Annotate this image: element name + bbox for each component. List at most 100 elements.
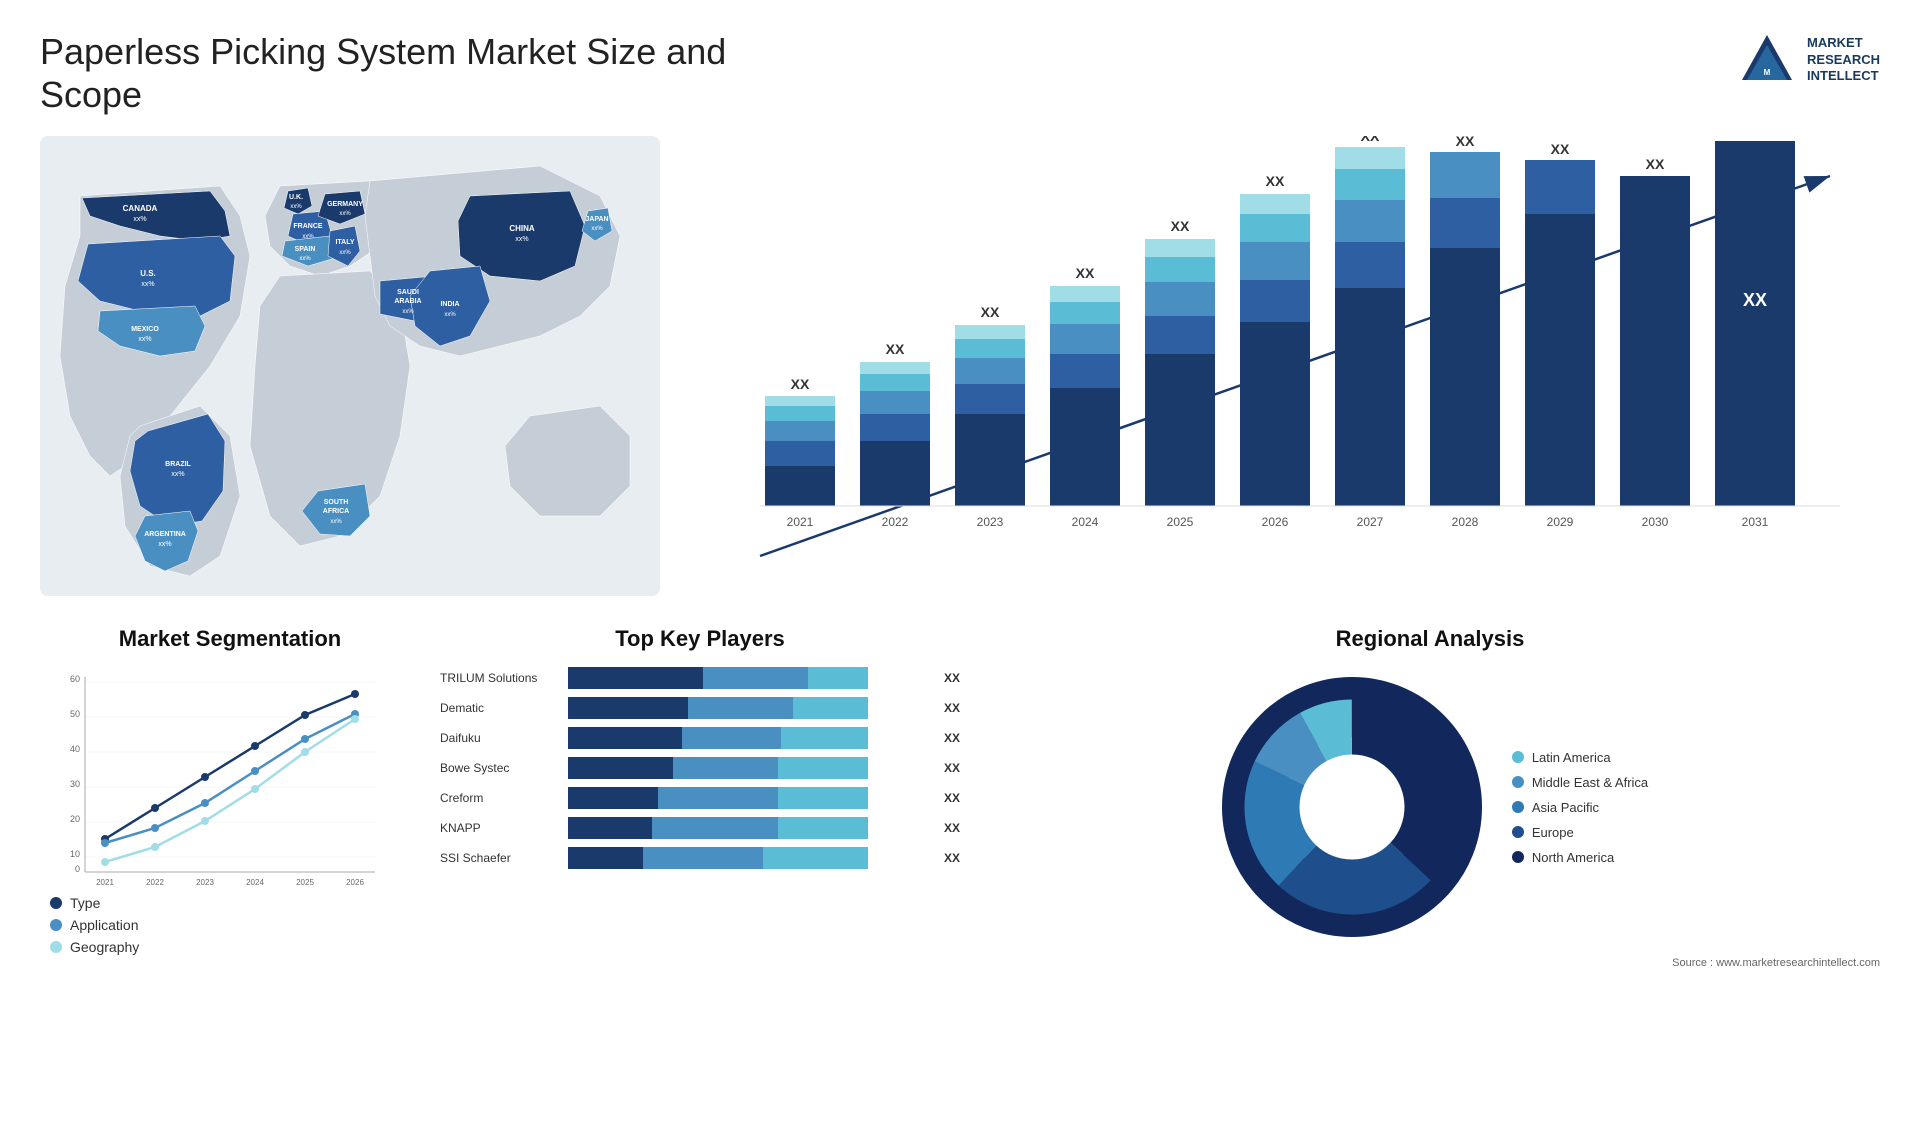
map-label-southafrica: SOUTH — [324, 499, 349, 506]
svg-text:2022: 2022 — [146, 878, 164, 887]
player-bar — [568, 667, 930, 689]
legend-europe: Europe — [1512, 825, 1648, 840]
player-bar-segment — [568, 757, 673, 779]
svg-text:40: 40 — [70, 744, 80, 754]
player-bar-segment — [652, 817, 778, 839]
player-name: TRILUM Solutions — [440, 671, 560, 685]
svg-text:0: 0 — [75, 864, 80, 874]
bar-2021-seg2 — [765, 441, 835, 466]
top-section: CANADA xx% U.S. xx% MEXICO xx% BRAZIL xx… — [40, 136, 1880, 596]
player-name: Dematic — [440, 701, 560, 715]
svg-text:xx%: xx% — [290, 204, 302, 210]
player-value: XX — [944, 701, 960, 715]
legend-mea: Middle East & Africa — [1512, 775, 1648, 790]
svg-text:XX: XX — [1076, 265, 1095, 281]
map-label-india: INDIA — [440, 301, 459, 308]
logo-area: M MARKET RESEARCH INTELLECT — [1737, 30, 1880, 90]
player-bar-segment — [568, 667, 703, 689]
map-label-spain: SPAIN — [295, 246, 316, 253]
player-value: XX — [944, 761, 960, 775]
legend-geography-dot — [50, 941, 62, 953]
bar-2021-label: XX — [791, 376, 810, 392]
svg-text:2029: 2029 — [1547, 515, 1574, 529]
legend-latin-america-label: Latin America — [1532, 750, 1611, 765]
player-row: Bowe Systec XX — [440, 757, 960, 779]
map-label-japan: JAPAN — [585, 216, 608, 223]
map-label-us: U.S. — [140, 269, 156, 278]
growth-chart-area: XX 2021 XX 2022 XX 2023 XX 20 — [680, 136, 1880, 596]
svg-text:xx%: xx% — [299, 256, 311, 262]
player-bar-segment — [568, 727, 682, 749]
legend-type: Type — [50, 895, 420, 911]
svg-text:2025: 2025 — [296, 878, 314, 887]
legend-latin-america-dot — [1512, 751, 1524, 763]
player-bar — [568, 697, 930, 719]
segmentation-legend: Type Application Geography — [40, 895, 420, 955]
donut-svg — [1212, 667, 1492, 947]
svg-text:xx%: xx% — [171, 471, 184, 478]
player-bar — [568, 787, 930, 809]
player-value: XX — [944, 671, 960, 685]
svg-text:10: 10 — [70, 849, 80, 859]
svg-text:xx%: xx% — [339, 211, 351, 217]
bar-2021-seg4 — [765, 406, 835, 421]
player-row: Dematic XX — [440, 697, 960, 719]
world-map-area: CANADA xx% U.S. xx% MEXICO xx% BRAZIL xx… — [40, 136, 660, 596]
svg-text:ARABIA: ARABIA — [394, 298, 421, 305]
map-label-canada: CANADA — [123, 204, 158, 213]
legend-application-dot — [50, 919, 62, 931]
player-bar-segment — [703, 667, 808, 689]
svg-text:XX: XX — [1361, 136, 1380, 144]
svg-text:2026: 2026 — [346, 878, 364, 887]
legend-mea-dot — [1512, 776, 1524, 788]
svg-text:2024: 2024 — [1072, 515, 1099, 529]
svg-text:2023: 2023 — [196, 878, 214, 887]
player-bar-segment — [682, 727, 781, 749]
legend-asia-pacific-label: Asia Pacific — [1532, 800, 1599, 815]
svg-text:xx%: xx% — [591, 226, 603, 232]
segmentation-area: Market Segmentation 60 50 40 30 20 10 0 — [40, 626, 420, 969]
map-label-italy: ITALY — [335, 239, 354, 246]
map-label-mexico: MEXICO — [131, 326, 159, 333]
player-name: SSI Schaefer — [440, 851, 560, 865]
player-bar-segment — [793, 697, 868, 719]
players-list: TRILUM SolutionsXXDematicXXDaifukuXXBowe… — [440, 667, 960, 869]
player-name: Bowe Systec — [440, 761, 560, 775]
player-row: KNAPPXX — [440, 817, 960, 839]
map-label-argentina: ARGENTINA — [144, 531, 186, 538]
page-header: Paperless Picking System Market Size and… — [40, 30, 1880, 116]
page-title: Paperless Picking System Market Size and… — [40, 30, 740, 116]
svg-text:xx%: xx% — [141, 281, 154, 288]
legend-north-america: North America — [1512, 850, 1648, 865]
year-2021: 2021 — [787, 515, 814, 529]
player-bar — [568, 727, 930, 749]
svg-text:2030: 2030 — [1642, 515, 1669, 529]
svg-text:2025: 2025 — [1167, 515, 1194, 529]
player-bar-segment — [688, 697, 793, 719]
growth-chart-svg: XX 2021 XX 2022 XX 2023 XX 20 — [680, 136, 1880, 596]
svg-text:XX: XX — [886, 341, 905, 357]
player-bar-segment — [763, 847, 868, 869]
player-bar-segment — [808, 667, 868, 689]
legend-geography: Geography — [50, 939, 420, 955]
svg-text:M: M — [1764, 68, 1771, 77]
svg-text:XX: XX — [981, 304, 1000, 320]
player-bar — [568, 817, 930, 839]
regional-title: Regional Analysis — [980, 626, 1880, 652]
player-name: Daifuku — [440, 731, 560, 745]
player-bar-segment — [568, 787, 658, 809]
player-bar-segment — [643, 847, 763, 869]
player-row: Daifuku XX — [440, 727, 960, 749]
player-value: XX — [944, 731, 960, 745]
svg-text:XX: XX — [1456, 136, 1475, 149]
seg-chart-svg: 60 50 40 30 20 10 0 — [40, 667, 420, 887]
player-bar-segment — [568, 817, 652, 839]
segmentation-chart: 60 50 40 30 20 10 0 — [40, 667, 420, 887]
player-bar-segment — [568, 847, 643, 869]
svg-text:xx%: xx% — [158, 541, 171, 548]
legend-europe-label: Europe — [1532, 825, 1574, 840]
svg-text:2024: 2024 — [246, 878, 264, 887]
svg-text:XX: XX — [1551, 141, 1570, 157]
player-bar-segment — [778, 787, 868, 809]
bar-2021-seg1 — [765, 466, 835, 506]
